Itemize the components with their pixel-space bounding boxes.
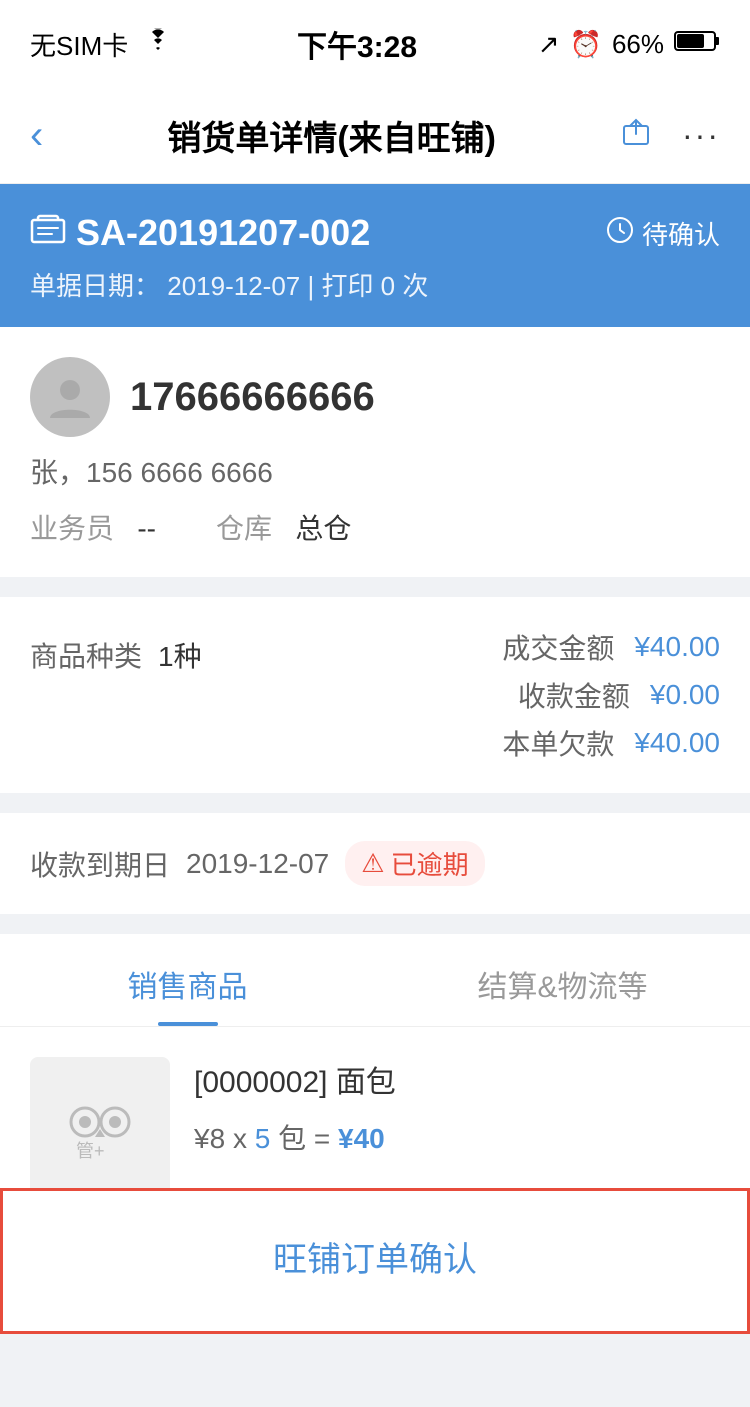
- location-icon: ↗: [538, 29, 560, 60]
- confirm-order-button[interactable]: 旺铺订单确认: [33, 1211, 717, 1301]
- quantity-value: 5: [255, 1123, 271, 1154]
- order-date: 2019-12-07: [167, 271, 300, 301]
- amount-row-2: 本单欠款 ¥40.00: [502, 723, 720, 763]
- amount-label-1: 收款金额: [518, 675, 630, 715]
- product-code: [0000002]: [194, 1066, 327, 1099]
- amount-label-2: 本单欠款: [502, 723, 614, 763]
- overdue-icon: ⚠: [361, 848, 384, 879]
- product-price-row: ¥8 x 5 包 = ¥40: [194, 1117, 720, 1157]
- page-title: 销货单详情(来自旺铺): [167, 111, 496, 160]
- order-id-row: SA-20191207-002: [30, 212, 370, 254]
- more-icon[interactable]: ···: [682, 117, 720, 154]
- unit-value: 包: [278, 1123, 306, 1154]
- battery-label: 66%: [612, 29, 664, 60]
- confirm-button-wrapper: 旺铺订单确认: [0, 1188, 750, 1334]
- nav-bar: ‹ 销货单详情(来自旺铺) ···: [0, 88, 750, 184]
- svg-text:+: +: [94, 1141, 105, 1161]
- status-left: 无SIM卡: [30, 26, 176, 63]
- sales-rep-item: 业务员 --: [30, 507, 156, 547]
- product-name: [0000002] 面包: [194, 1057, 720, 1101]
- overdue-badge: ⚠ 已逾期: [345, 841, 484, 886]
- order-status: 待确认: [606, 215, 720, 252]
- battery-icon: [674, 29, 720, 60]
- amount-info: 成交金额 ¥40.00 收款金额 ¥0.00 本单欠款 ¥40.00: [502, 627, 720, 763]
- order-date-row: 单据日期： 2019-12-07 | 打印 0 次: [30, 266, 720, 303]
- tab-sales-products[interactable]: 销售商品: [0, 934, 375, 1026]
- category-info: 商品种类 1种: [30, 627, 202, 675]
- date-label: 单据日期：: [30, 271, 160, 301]
- avatar: [30, 357, 110, 437]
- product-details: [0000002] 面包 ¥8 x 5 包 = ¥40: [194, 1057, 720, 1157]
- customer-meta: 业务员 -- 仓库 总仓: [30, 507, 720, 547]
- sales-rep-label: 业务员: [30, 513, 114, 544]
- status-bar: 无SIM卡 下午3:28 ↗ ⏰ 66%: [0, 0, 750, 88]
- amount-value-1: ¥0.00: [650, 679, 720, 711]
- amount-value-0: ¥40.00: [634, 631, 720, 663]
- price-separator: x: [233, 1123, 255, 1154]
- total-value: ¥40: [338, 1123, 385, 1154]
- status-time: 下午3:28: [297, 22, 417, 66]
- due-date-label: 收款到期日: [30, 844, 170, 884]
- category-value: 1种: [158, 635, 202, 675]
- due-date-section: 收款到期日 2019-12-07 ⚠ 已逾期: [0, 813, 750, 914]
- carrier-label: 无SIM卡: [30, 26, 128, 63]
- svg-text:管: 管: [76, 1141, 94, 1161]
- warehouse-label: 仓库: [216, 513, 272, 544]
- customer-phone: 17666666666: [130, 375, 375, 420]
- status-right: ↗ ⏰ 66%: [538, 29, 720, 60]
- back-button[interactable]: ‹: [30, 113, 43, 158]
- equals-sign: =: [314, 1123, 338, 1154]
- customer-section: 17666666666 张，156 6666 6666 业务员 -- 仓库 总仓: [0, 327, 750, 577]
- tab-sales-label: 销售商品: [128, 971, 248, 1004]
- product-thumbnail: + 管: [30, 1057, 170, 1197]
- nav-actions: ···: [620, 116, 720, 156]
- price-value: ¥8: [194, 1123, 225, 1154]
- product-title: 面包: [336, 1066, 396, 1099]
- share-icon[interactable]: [620, 116, 652, 156]
- amount-value-2: ¥40.00: [634, 727, 720, 759]
- order-header: SA-20191207-002 待确认 单据日期： 2019-12-07 | 打…: [0, 184, 750, 327]
- order-id-text: SA-20191207-002: [76, 212, 370, 254]
- category-label: 商品种类: [30, 635, 142, 675]
- tab-settlement[interactable]: 结算&物流等: [375, 934, 750, 1026]
- warehouse-value: 总仓: [295, 513, 351, 544]
- tabs-bar: 销售商品 结算&物流等: [0, 934, 750, 1027]
- due-date-value: 2019-12-07: [186, 848, 329, 880]
- order-icon: [30, 214, 66, 252]
- status-text: 待确认: [642, 215, 720, 252]
- customer-name: 张，156 6666 6666: [30, 451, 720, 491]
- warehouse-item: 仓库 总仓: [216, 507, 351, 547]
- print-info: | 打印 0 次: [307, 271, 428, 301]
- amount-row-0: 成交金额 ¥40.00: [502, 627, 720, 667]
- wifi-icon: [140, 28, 176, 61]
- summary-section: 商品种类 1种 成交金额 ¥40.00 收款金额 ¥0.00 本单欠款 ¥40.…: [0, 597, 750, 793]
- amount-label-0: 成交金额: [502, 627, 614, 667]
- amount-row-1: 收款金额 ¥0.00: [518, 675, 720, 715]
- sales-rep-value: --: [137, 513, 156, 544]
- alarm-icon: ⏰: [570, 29, 602, 60]
- tab-settlement-label: 结算&物流等: [477, 971, 647, 1004]
- clock-icon: [606, 216, 634, 251]
- overdue-text: 已逾期: [391, 845, 469, 882]
